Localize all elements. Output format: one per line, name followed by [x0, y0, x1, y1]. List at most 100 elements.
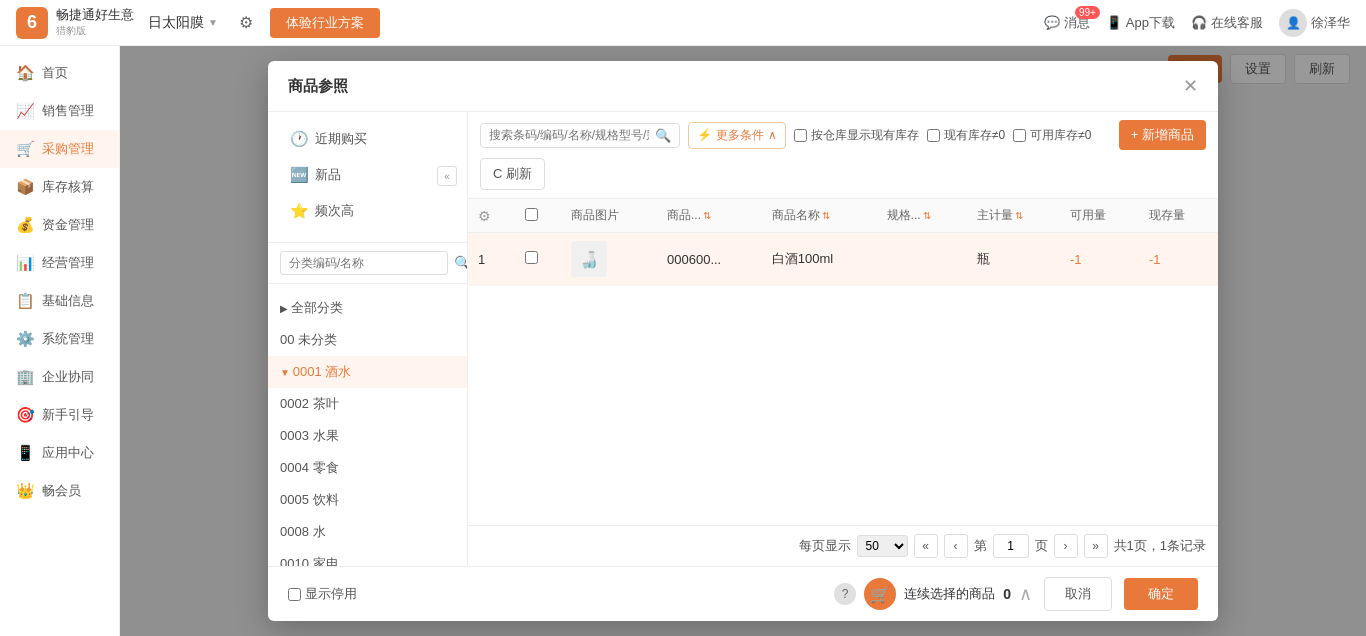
- cat-item-liquor[interactable]: 0001 酒水: [268, 356, 467, 388]
- cat-item-fruit[interactable]: 0003 水果: [268, 420, 467, 452]
- cat-item-all[interactable]: 全部分类: [268, 292, 467, 324]
- product-search-input[interactable]: [489, 128, 649, 142]
- row-checkbox[interactable]: [515, 233, 562, 286]
- next-page-btn[interactable]: ›: [1054, 534, 1078, 558]
- help-icon[interactable]: ?: [834, 583, 856, 605]
- settings-icon[interactable]: ⚙: [230, 7, 262, 39]
- cat-item-tea[interactable]: 0002 茶叶: [268, 388, 467, 420]
- user-profile-btn[interactable]: 👤 徐泽华: [1279, 9, 1350, 37]
- sidebar-item-finance[interactable]: 💰 资金管理: [0, 206, 119, 244]
- cat-item-beverages[interactable]: 0005 饮料: [268, 484, 467, 516]
- online-service-btn[interactable]: 🎧 在线客服: [1191, 14, 1263, 32]
- cat-item-appliances[interactable]: 0010 家电: [268, 548, 467, 566]
- product-table-wrap: ⚙ 商品图片 商品...⇅ 商品名称⇅ 规格...⇅ 主计量⇅ 可用量 现存量: [468, 199, 1218, 525]
- warehouse-stock-checkbox[interactable]: [794, 129, 807, 142]
- row-image: 🍶: [561, 233, 657, 286]
- nav-new-products[interactable]: 🆕 新品: [278, 158, 379, 192]
- th-available: 可用量: [1060, 199, 1139, 233]
- row-code: 000600...: [657, 233, 762, 286]
- th-spec[interactable]: 规格...⇅: [877, 199, 967, 233]
- page-size-select[interactable]: 50 10 20 100: [857, 535, 908, 557]
- cat-item-water[interactable]: 0008 水: [268, 516, 467, 548]
- table-row[interactable]: 1 🍶 000600... 白酒100ml 瓶: [468, 233, 1218, 286]
- row-no: 1: [468, 233, 515, 286]
- last-page-btn[interactable]: »: [1084, 534, 1108, 558]
- product-search-wrap: 🔍: [480, 123, 680, 148]
- nav-selector[interactable]: 日太阳膜 ▼: [136, 0, 230, 46]
- refresh-product-btn[interactable]: C 刷新: [480, 158, 545, 190]
- warehouse-stock-check[interactable]: 按仓库显示现有库存: [794, 127, 919, 144]
- available-stock-check[interactable]: 可用库存≠0: [1013, 127, 1091, 144]
- th-checkbox[interactable]: [515, 199, 562, 233]
- trial-btn[interactable]: 体验行业方案: [270, 8, 380, 38]
- spec-sort-icon: ⇅: [923, 210, 931, 221]
- logo-text: 畅捷通好生意: [56, 7, 134, 24]
- th-unit[interactable]: 主计量⇅: [967, 199, 1060, 233]
- nav-frequent[interactable]: ⭐ 频次高: [278, 194, 379, 228]
- cart-label: 连续选择的商品: [904, 585, 995, 603]
- cart-icon[interactable]: 🛒: [864, 578, 896, 610]
- current-stock-checkbox[interactable]: [927, 129, 940, 142]
- confirm-btn[interactable]: 确定: [1124, 578, 1198, 610]
- management-icon: 📊: [16, 254, 34, 272]
- sidebar-item-sales[interactable]: 📈 销售管理: [0, 92, 119, 130]
- row-name: 白酒100ml: [762, 233, 877, 286]
- total-records: 共1页，1条记录: [1114, 537, 1206, 555]
- first-page-btn[interactable]: «: [914, 534, 938, 558]
- th-name[interactable]: 商品名称⇅: [762, 199, 877, 233]
- row-select-checkbox[interactable]: [525, 251, 538, 264]
- available-stock-checkbox[interactable]: [1013, 129, 1026, 142]
- cat-item-uncategorized[interactable]: 00 未分类: [268, 324, 467, 356]
- footer-cart-area: ? 🛒 连续选择的商品 0 ∧: [834, 578, 1032, 610]
- row-stock: -1: [1139, 233, 1218, 286]
- sidebar-item-inventory[interactable]: 📦 库存核算: [0, 168, 119, 206]
- messages-btn[interactable]: 💬 消息 99+: [1044, 14, 1090, 32]
- table-header-row: ⚙ 商品图片 商品...⇅ 商品名称⇅ 规格...⇅ 主计量⇅ 可用量 现存量: [468, 199, 1218, 233]
- more-filters-btn[interactable]: ⚡ 更多条件 ∧: [688, 122, 786, 149]
- th-settings[interactable]: ⚙: [468, 199, 515, 233]
- add-product-btn[interactable]: + 新增商品: [1119, 120, 1206, 150]
- sidebar-item-enterprise[interactable]: 🏢 企业协同: [0, 358, 119, 396]
- modal-close-icon[interactable]: ✕: [1183, 75, 1198, 97]
- enterprise-icon: 🏢: [16, 368, 34, 386]
- left-panel-top: 🕐 近期购买 🆕 新品 ⭐ 频次高: [268, 112, 467, 243]
- table-gear-icon[interactable]: ⚙: [478, 208, 491, 224]
- page-input[interactable]: [993, 534, 1029, 558]
- sidebar-item-apps[interactable]: 📱 应用中心: [0, 434, 119, 472]
- prev-page-btn[interactable]: ‹: [944, 534, 968, 558]
- category-search-input[interactable]: [280, 251, 448, 275]
- sidebar-item-member[interactable]: 👑 畅会员: [0, 472, 119, 510]
- th-code[interactable]: 商品...⇅: [657, 199, 762, 233]
- cart-collapse-icon[interactable]: ∧: [1019, 583, 1032, 605]
- show-disabled-checkbox[interactable]: [288, 588, 301, 601]
- product-table: ⚙ 商品图片 商品...⇅ 商品名称⇅ 规格...⇅ 主计量⇅ 可用量 现存量: [468, 199, 1218, 286]
- show-disabled-check[interactable]: 显示停用: [288, 585, 357, 603]
- row-unit: 瓶: [967, 233, 1060, 286]
- current-stock-check[interactable]: 现有库存≠0: [927, 127, 1005, 144]
- category-search-btn[interactable]: 🔍: [454, 255, 468, 271]
- code-sort-icon: ⇅: [703, 210, 711, 221]
- sidebar-item-home[interactable]: 🏠 首页: [0, 54, 119, 92]
- sidebar-item-purchase[interactable]: 🛒 采购管理: [0, 130, 119, 168]
- select-all-checkbox[interactable]: [525, 208, 538, 221]
- row-available: -1: [1060, 233, 1139, 286]
- sidebar-item-system[interactable]: ⚙️ 系统管理: [0, 320, 119, 358]
- modal-body: 🕐 近期购买 🆕 新品 ⭐ 频次高: [268, 112, 1218, 566]
- nav-recent-purchases[interactable]: 🕐 近期购买: [278, 122, 379, 156]
- collapse-panel-btn[interactable]: «: [437, 166, 457, 186]
- modal-footer: 显示停用 ? 🛒 连续选择的商品 0 ∧ 取消 确定: [268, 566, 1218, 621]
- sidebar-item-management[interactable]: 📊 经营管理: [0, 244, 119, 282]
- filter-chevron-icon: ∧: [768, 128, 777, 142]
- cat-item-snacks[interactable]: 0004 零食: [268, 452, 467, 484]
- logo-area: 6 畅捷通好生意 猎豹版: [16, 7, 136, 39]
- cancel-btn[interactable]: 取消: [1044, 577, 1112, 611]
- product-toolbar: 🔍 ⚡ 更多条件 ∧ 按仓库显示现有库存: [468, 112, 1218, 199]
- product-search-icon[interactable]: 🔍: [655, 128, 671, 143]
- frequent-icon: ⭐: [290, 202, 309, 220]
- sidebar-item-basic[interactable]: 📋 基础信息: [0, 282, 119, 320]
- cart-count: 0: [1003, 586, 1011, 602]
- sidebar-item-guide[interactable]: 🎯 新手引导: [0, 396, 119, 434]
- sidebar: 🏠 首页 📈 销售管理 🛒 采购管理 📦 库存核算 💰 资金管理 📊 经营管理 …: [0, 46, 120, 636]
- product-thumbnail: 🍶: [571, 241, 607, 277]
- app-download-btn[interactable]: 📱 App下载: [1106, 14, 1175, 32]
